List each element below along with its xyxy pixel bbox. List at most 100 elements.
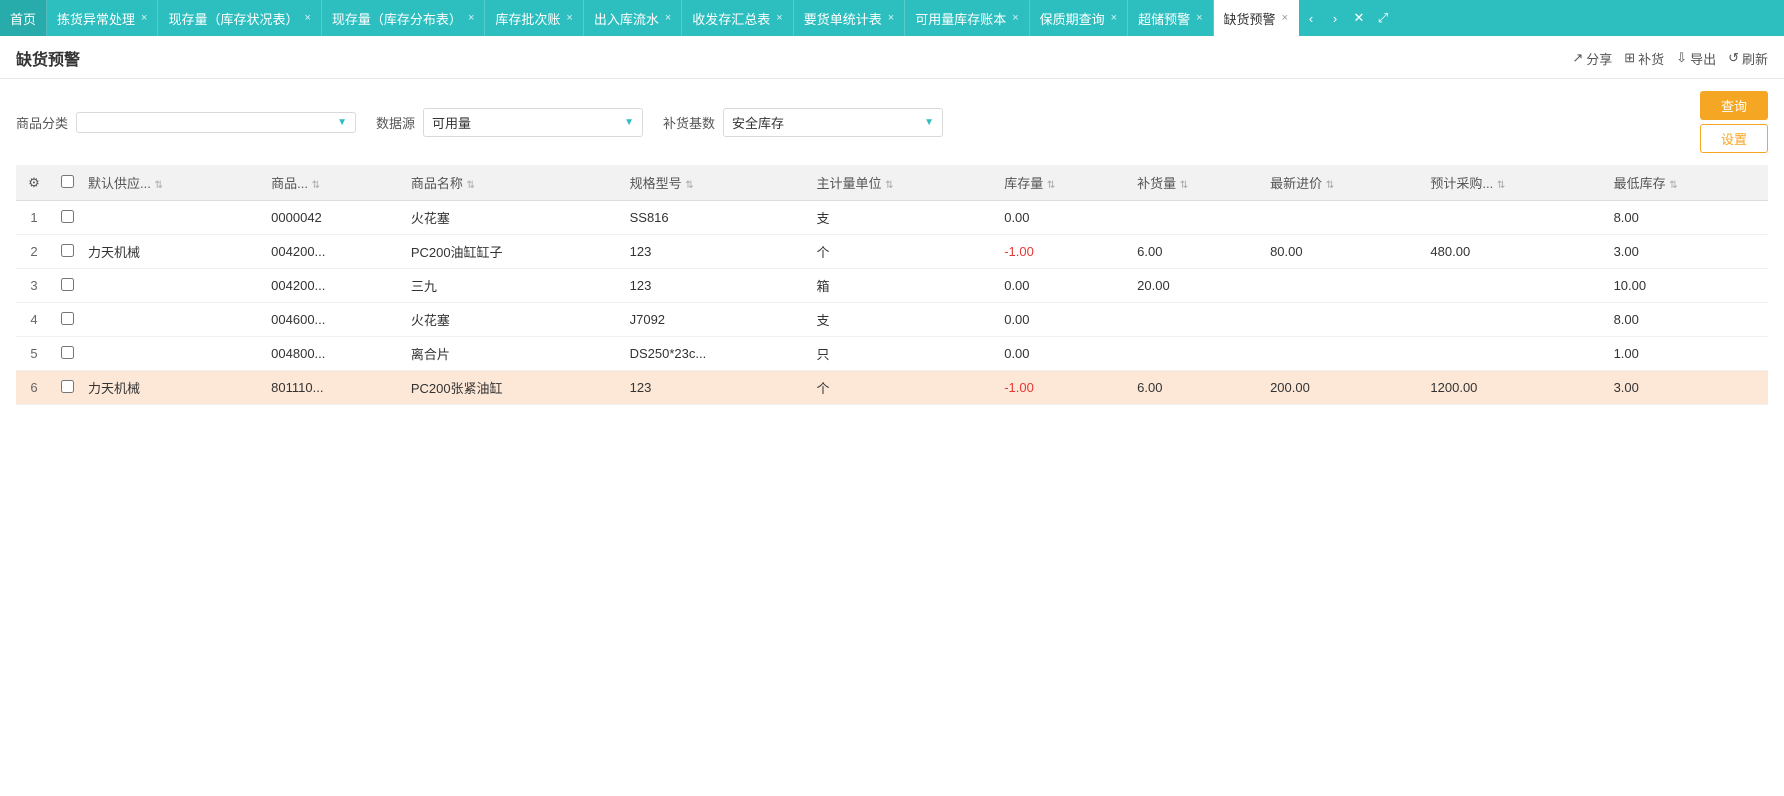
datasource-label: 数据源 bbox=[376, 113, 415, 132]
row-checkbox-input-6[interactable] bbox=[61, 380, 74, 393]
table-row: 2 力天机械 004200... PC200油缸缸子 123 个 -1.00 6… bbox=[16, 235, 1768, 269]
column-min-stock[interactable]: 最低库存 ⇅ bbox=[1608, 165, 1768, 201]
row-code-1: 0000042 bbox=[265, 201, 405, 235]
row-estimated-purchase-6: 1200.00 bbox=[1424, 371, 1607, 405]
table-container: ⚙ 默认供应... ⇅ 商品... ⇅ 商品名称 ⇅ bbox=[0, 165, 1784, 405]
row-checkbox-4[interactable] bbox=[52, 303, 82, 337]
tab-stock-status[interactable]: 现存量（库存状况表） × bbox=[158, 0, 321, 36]
row-name-5: 离合片 bbox=[405, 337, 624, 371]
row-unit-2: 个 bbox=[810, 235, 998, 269]
tab-nav-prev[interactable]: ‹ bbox=[1299, 0, 1323, 36]
tab-batch[interactable]: 库存批次账 × bbox=[485, 0, 583, 36]
share-icon: ↗ bbox=[1572, 50, 1583, 66]
row-name-1: 火花塞 bbox=[405, 201, 624, 235]
row-checkbox-2[interactable] bbox=[52, 235, 82, 269]
datasource-value: 可用量 bbox=[432, 113, 471, 132]
tab-close-order-stats[interactable]: × bbox=[888, 12, 894, 24]
replenish-base-label: 补货基数 bbox=[663, 113, 715, 132]
name-sort-icon: ⇅ bbox=[466, 180, 474, 191]
row-checkbox-5[interactable] bbox=[52, 337, 82, 371]
row-replenish-6: 6.00 bbox=[1131, 371, 1264, 405]
column-supplier[interactable]: 默认供应... ⇅ bbox=[82, 165, 265, 201]
row-spec-2: 123 bbox=[624, 235, 811, 269]
column-checkbox[interactable] bbox=[52, 165, 82, 201]
row-name-4: 火花塞 bbox=[405, 303, 624, 337]
row-min-stock-6: 3.00 bbox=[1608, 371, 1768, 405]
tab-inout[interactable]: 出入库流水 × bbox=[584, 0, 682, 36]
row-checkbox-3[interactable] bbox=[52, 269, 82, 303]
tab-picking[interactable]: 拣货异常处理 × bbox=[47, 0, 158, 36]
refresh-button[interactable]: ↺ 刷新 bbox=[1728, 49, 1768, 68]
tab-close-expiry[interactable]: × bbox=[1111, 12, 1117, 24]
column-spec[interactable]: 规格型号 ⇅ bbox=[624, 165, 811, 201]
datasource-select[interactable]: 可用量 ▼ bbox=[423, 108, 643, 137]
category-select[interactable]: ▼ bbox=[76, 112, 356, 133]
tab-nav-close[interactable]: ✕ bbox=[1347, 0, 1371, 36]
row-checkbox-1[interactable] bbox=[52, 201, 82, 235]
select-all-checkbox[interactable] bbox=[61, 175, 74, 188]
tab-close-stock-dist[interactable]: × bbox=[468, 12, 474, 24]
row-num-1: 1 bbox=[16, 201, 52, 235]
tab-close-shortage[interactable]: × bbox=[1282, 12, 1288, 24]
tab-close-batch[interactable]: × bbox=[566, 12, 572, 24]
tab-close-picking[interactable]: × bbox=[141, 12, 147, 24]
column-gear[interactable]: ⚙ bbox=[16, 165, 52, 201]
row-checkbox-input-5[interactable] bbox=[61, 346, 74, 359]
row-checkbox-input-3[interactable] bbox=[61, 278, 74, 291]
row-estimated-purchase-2: 480.00 bbox=[1424, 235, 1607, 269]
tab-expiry[interactable]: 保质期查询 × bbox=[1030, 0, 1128, 36]
row-code-5: 004800... bbox=[265, 337, 405, 371]
filter-replenish-base: 补货基数 安全库存 ▼ bbox=[663, 108, 943, 137]
row-replenish-2: 6.00 bbox=[1131, 235, 1264, 269]
export-button[interactable]: ⇩ 导出 bbox=[1676, 49, 1716, 68]
filter-datasource: 数据源 可用量 ▼ bbox=[376, 108, 643, 137]
row-name-3: 三九 bbox=[405, 269, 624, 303]
tab-close-overstock[interactable]: × bbox=[1196, 12, 1202, 24]
tab-shortage[interactable]: 缺货预警 × bbox=[1214, 0, 1299, 36]
column-latest-price[interactable]: 最新进价 ⇅ bbox=[1264, 165, 1424, 201]
tab-overstock[interactable]: 超储预警 × bbox=[1128, 0, 1213, 36]
table-row: 5 004800... 离合片 DS250*23c... 只 0.00 1.00 bbox=[16, 337, 1768, 371]
tab-close-available-stock[interactable]: × bbox=[1012, 12, 1018, 24]
stock-sort-icon: ⇅ bbox=[1047, 180, 1055, 191]
row-stock-4: 0.00 bbox=[998, 303, 1131, 337]
tab-order-stats[interactable]: 要货单统计表 × bbox=[794, 0, 905, 36]
row-latest-price-5 bbox=[1264, 337, 1424, 371]
row-checkbox-input-1[interactable] bbox=[61, 210, 74, 223]
row-stock-6: -1.00 bbox=[998, 371, 1131, 405]
query-button[interactable]: 查询 bbox=[1700, 91, 1768, 120]
column-product-name[interactable]: 商品名称 ⇅ bbox=[405, 165, 624, 201]
column-replenish[interactable]: 补货量 ⇅ bbox=[1131, 165, 1264, 201]
replenish-button[interactable]: ⊞ 补货 bbox=[1624, 49, 1664, 68]
row-checkbox-6[interactable] bbox=[52, 371, 82, 405]
row-min-stock-2: 3.00 bbox=[1608, 235, 1768, 269]
column-unit[interactable]: 主计量单位 ⇅ bbox=[810, 165, 998, 201]
tab-close-summary[interactable]: × bbox=[776, 12, 782, 24]
row-num-5: 5 bbox=[16, 337, 52, 371]
row-latest-price-2: 80.00 bbox=[1264, 235, 1424, 269]
row-replenish-5 bbox=[1131, 337, 1264, 371]
row-stock-1: 0.00 bbox=[998, 201, 1131, 235]
row-checkbox-input-2[interactable] bbox=[61, 244, 74, 257]
column-estimated-purchase[interactable]: 预计采购... ⇅ bbox=[1424, 165, 1607, 201]
column-product-code[interactable]: 商品... ⇅ bbox=[265, 165, 405, 201]
settings-button[interactable]: 设置 bbox=[1700, 124, 1768, 153]
tab-nav-next[interactable]: › bbox=[1323, 0, 1347, 36]
row-estimated-purchase-4 bbox=[1424, 303, 1607, 337]
replenish-base-select[interactable]: 安全库存 ▼ bbox=[723, 108, 943, 137]
tab-close-inout[interactable]: × bbox=[665, 12, 671, 24]
tab-home[interactable]: 首页 bbox=[0, 0, 47, 36]
row-supplier-3 bbox=[82, 269, 265, 303]
tab-available-stock[interactable]: 可用量库存账本 × bbox=[905, 0, 1029, 36]
share-button[interactable]: ↗ 分享 bbox=[1572, 49, 1612, 68]
tab-nav-expand[interactable]: ⤢ bbox=[1371, 0, 1395, 36]
tab-stock-dist[interactable]: 现存量（库存分布表） × bbox=[322, 0, 485, 36]
row-checkbox-input-4[interactable] bbox=[61, 312, 74, 325]
tab-close-stock-status[interactable]: × bbox=[304, 12, 310, 24]
column-stock[interactable]: 库存量 ⇅ bbox=[998, 165, 1131, 201]
row-min-stock-5: 1.00 bbox=[1608, 337, 1768, 371]
row-min-stock-1: 8.00 bbox=[1608, 201, 1768, 235]
row-num-2: 2 bbox=[16, 235, 52, 269]
estimated-sort-icon: ⇅ bbox=[1497, 180, 1505, 191]
tab-summary[interactable]: 收发存汇总表 × bbox=[682, 0, 793, 36]
